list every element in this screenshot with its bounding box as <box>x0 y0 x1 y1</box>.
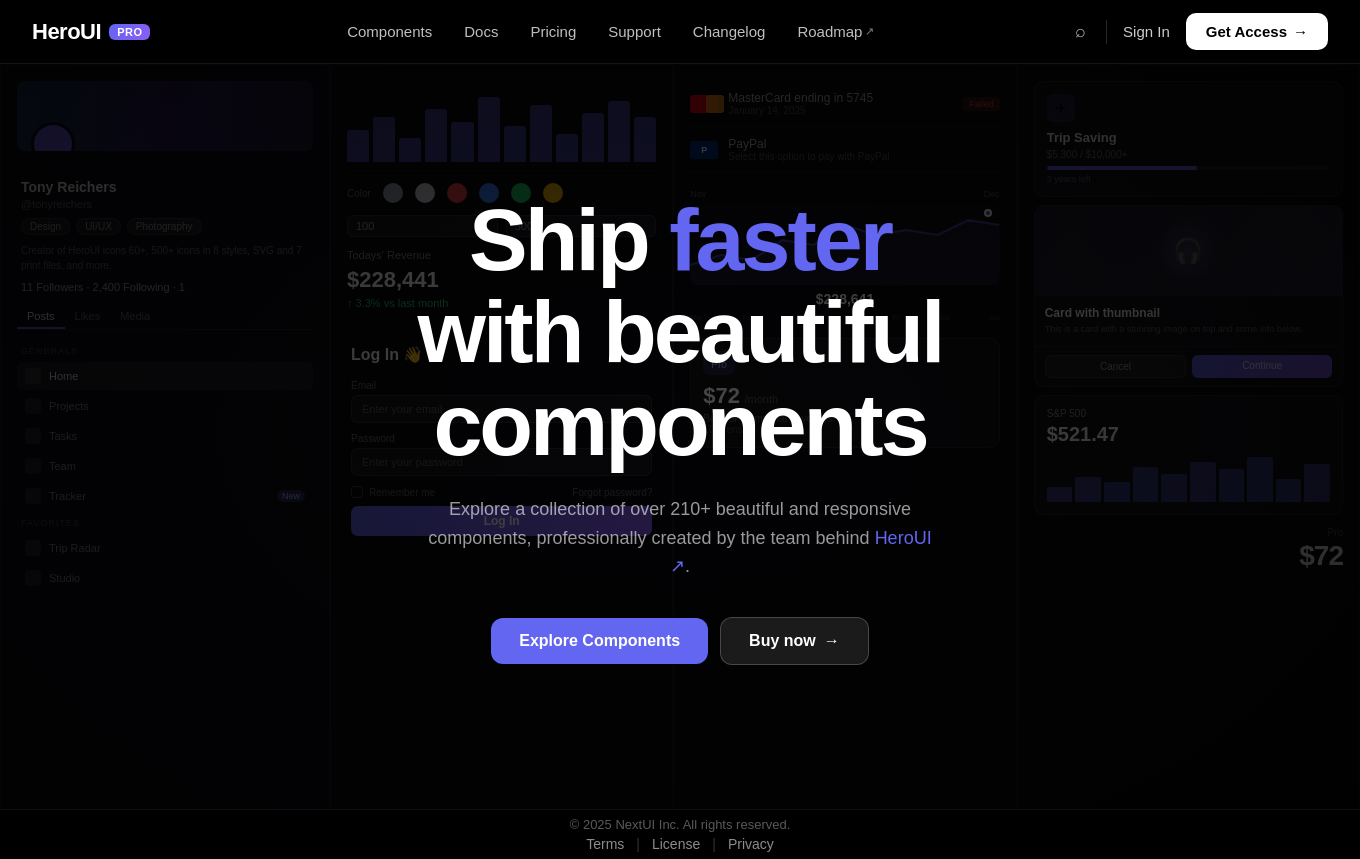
nav-divider <box>1106 20 1107 44</box>
navbar-right: ⌕ Sign In Get Access → <box>1071 13 1328 50</box>
navbar: HeroUI PRO Components Docs Pricing Suppo… <box>0 0 1360 64</box>
pro-badge: PRO <box>109 24 150 40</box>
search-icon: ⌕ <box>1075 21 1086 41</box>
nav-changelog[interactable]: Changelog <box>693 23 766 40</box>
external-link-icon: ↗ <box>865 25 874 38</box>
logo: HeroUI <box>32 19 101 45</box>
arrow-icon: → <box>1293 23 1308 40</box>
search-button[interactable]: ⌕ <box>1071 17 1090 46</box>
copyright: © 2025 NextUI Inc. All rights reserved. <box>570 817 791 832</box>
get-access-button[interactable]: Get Access → <box>1186 13 1328 50</box>
footer-sep-1: | <box>636 836 640 852</box>
navbar-left: HeroUI PRO <box>32 19 150 45</box>
signin-button[interactable]: Sign In <box>1123 23 1170 40</box>
arrow-right-icon: → <box>824 632 840 650</box>
nav-components[interactable]: Components <box>347 23 432 40</box>
privacy-link[interactable]: Privacy <box>720 836 782 852</box>
nav-support[interactable]: Support <box>608 23 661 40</box>
buy-now-button[interactable]: Buy now → <box>720 617 869 665</box>
footer: © 2025 NextUI Inc. All rights reserved. … <box>0 809 1360 859</box>
footer-links: Terms | License | Privacy <box>578 836 782 852</box>
hero-title: Ship faster with beautiful components <box>417 194 942 471</box>
explore-components-button[interactable]: Explore Components <box>491 618 708 664</box>
hero-cta: Explore Components Buy now → <box>491 617 869 665</box>
nav-roadmap[interactable]: Roadmap ↗ <box>797 23 874 40</box>
nav-docs[interactable]: Docs <box>464 23 498 40</box>
navbar-center: Components Docs Pricing Support Changelo… <box>347 23 874 40</box>
terms-link[interactable]: Terms <box>578 836 632 852</box>
hero-subtitle: Explore a collection of over 210+ beauti… <box>420 495 940 581</box>
footer-sep-2: | <box>712 836 716 852</box>
hero-overlay: Ship faster with beautiful components Ex… <box>0 0 1360 859</box>
nav-pricing[interactable]: Pricing <box>530 23 576 40</box>
license-link[interactable]: License <box>644 836 708 852</box>
